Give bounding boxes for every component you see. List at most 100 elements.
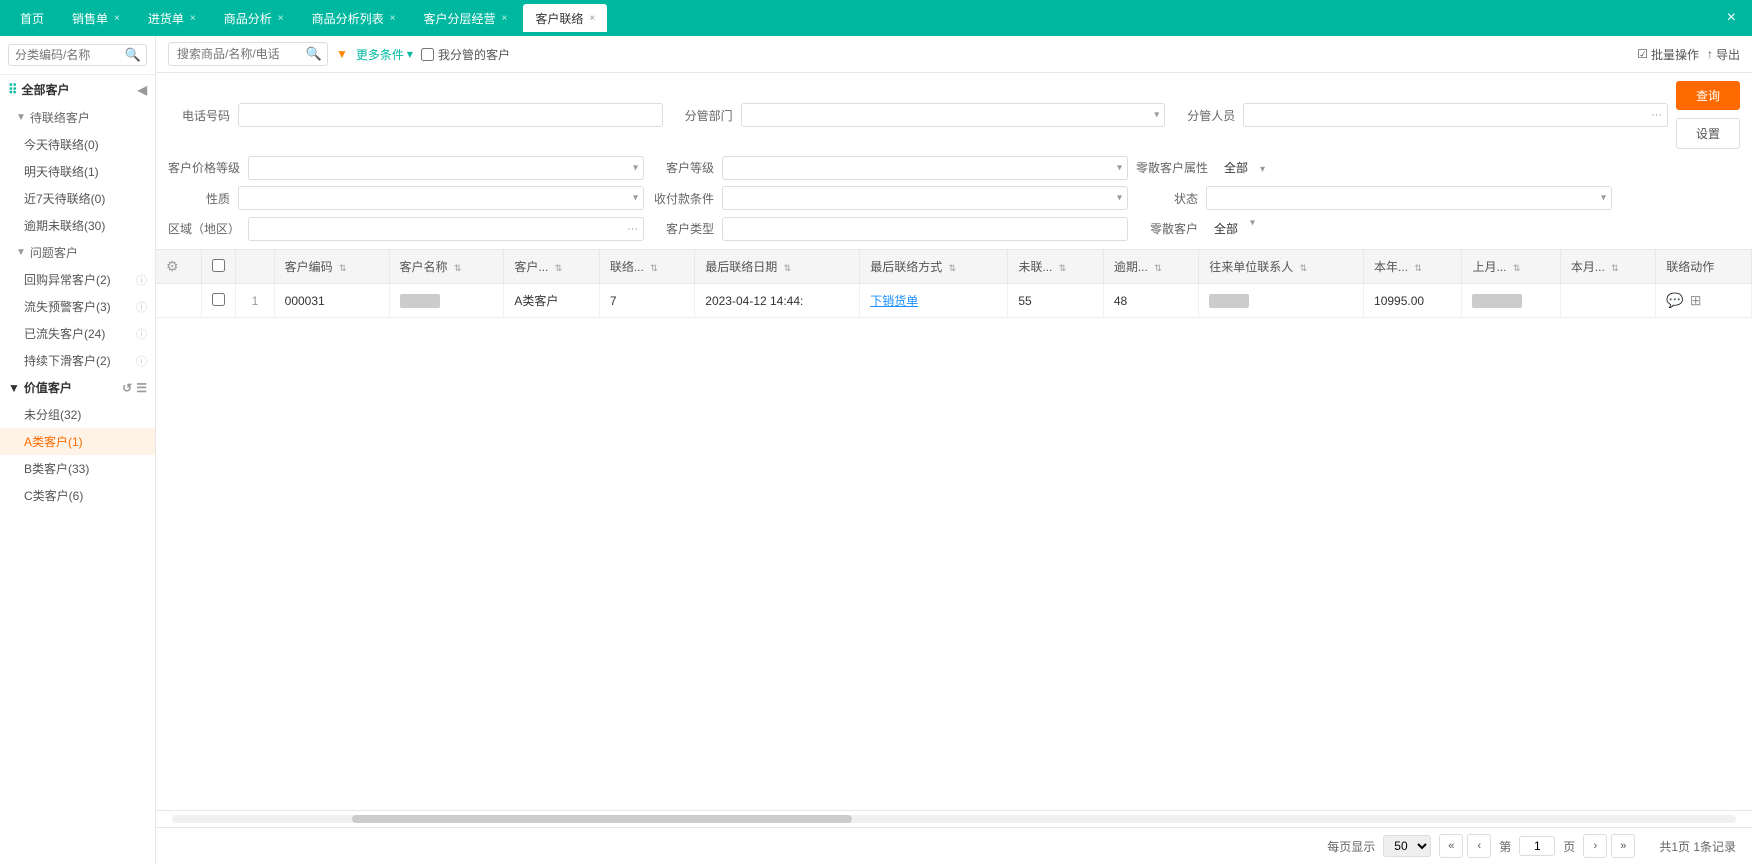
col-this-month-sort-icon[interactable]: ⇅ xyxy=(1611,263,1619,273)
col-select-all[interactable] xyxy=(202,250,236,284)
sidebar-item-tomorrow-contact[interactable]: 明天待联络(1) xyxy=(0,158,155,185)
tab-customer-contact[interactable]: 客户联络 × xyxy=(523,4,607,32)
sidebar-item-7day-contact[interactable]: 近7天待联络(0) xyxy=(0,185,155,212)
qr-icon[interactable]: ⊞ xyxy=(1690,292,1702,309)
region-input[interactable] xyxy=(248,217,644,241)
col-last-contact-date[interactable]: 最后联络日期 ⇅ xyxy=(695,250,860,284)
payment-select[interactable] xyxy=(722,186,1128,210)
tab-customer-tier[interactable]: 客户分层经营 × xyxy=(411,4,519,32)
sidebar: 🔍 ⠿ 全部客户 ◀ ▼ 待联络客户 今天待联络(0) 明天待联络(1) 近7天… xyxy=(0,36,156,864)
sidebar-item-today-contact[interactable]: 今天待联络(0) xyxy=(0,131,155,158)
export-button[interactable]: ↑ 导出 xyxy=(1707,46,1740,63)
col-this-year-sort-icon[interactable]: ⇅ xyxy=(1414,263,1422,273)
close-product-analysis-icon[interactable]: × xyxy=(278,13,284,24)
close-customer-tier-icon[interactable]: × xyxy=(501,13,507,24)
col-last-contact-way[interactable]: 最后联络方式 ⇅ xyxy=(860,250,1008,284)
sidebar-item-repurchase-abnormal[interactable]: 回购异常客户(2) ⓘ xyxy=(0,266,155,293)
col-type[interactable]: 客户... ⇅ xyxy=(504,250,599,284)
col-no-contact-sort-icon[interactable]: ⇅ xyxy=(1059,263,1067,273)
refresh-icon[interactable]: ↺ xyxy=(122,381,132,395)
customer-type-input[interactable] xyxy=(722,217,1128,241)
more-conditions-button[interactable]: 更多条件 ▾ xyxy=(356,46,413,63)
sidebar-item-declining[interactable]: 持续下滑客户(2) ⓘ xyxy=(0,347,155,374)
tab-product-analysis-list[interactable]: 商品分析列表 × xyxy=(300,4,408,32)
col-code[interactable]: 客户编码 ⇅ xyxy=(274,250,389,284)
col-code-sort-icon[interactable]: ⇅ xyxy=(339,263,347,273)
row-checkbox-cell[interactable] xyxy=(202,284,236,318)
col-settings[interactable]: ⚙ xyxy=(156,250,202,284)
select-all-checkbox[interactable] xyxy=(212,259,225,272)
next-page-button[interactable]: › xyxy=(1583,834,1607,858)
status-select[interactable] xyxy=(1206,186,1612,210)
row-last-contact-way-cell[interactable]: 下销货单 xyxy=(860,284,1008,318)
region-ellipsis-icon[interactable]: ··· xyxy=(627,223,638,235)
person-input[interactable] xyxy=(1243,103,1668,127)
col-unit-contact[interactable]: 往来单位联系人 ⇅ xyxy=(1199,250,1364,284)
col-this-month[interactable]: 本月... ⇅ xyxy=(1560,250,1655,284)
row-num-cell: 1 xyxy=(236,284,274,318)
sidebar-value-customers-group[interactable]: ▼ 价值客户 ↺ ☰ xyxy=(0,374,155,401)
person-ellipsis-icon[interactable]: ··· xyxy=(1651,109,1662,121)
sidebar-collapse-icon[interactable]: ◀ xyxy=(138,83,147,97)
tab-product-analysis[interactable]: 商品分析 × xyxy=(212,4,296,32)
sidebar-item-ungrouped[interactable]: 未分组(32) xyxy=(0,401,155,428)
sidebar-item-churn-warning[interactable]: 流失预警客户(3) ⓘ xyxy=(0,293,155,320)
sidebar-item-churned[interactable]: 已流失客户(24) ⓘ xyxy=(0,320,155,347)
col-last-contact-date-sort-icon[interactable]: ⇅ xyxy=(784,263,792,273)
scrollbar-thumb[interactable] xyxy=(352,815,852,823)
home-tab[interactable]: 首页 xyxy=(8,4,56,32)
batch-operation-button[interactable]: ☑ 批量操作 xyxy=(1637,46,1699,63)
close-sales-order-icon[interactable]: × xyxy=(114,13,120,24)
last-page-button[interactable]: » xyxy=(1611,834,1635,858)
close-purchase-order-icon[interactable]: × xyxy=(190,13,196,24)
filter-search-icon[interactable]: 🔍 xyxy=(306,46,322,62)
tab-purchase-order[interactable]: 进货单 × xyxy=(136,4,208,32)
customer-grade-select[interactable] xyxy=(722,156,1128,180)
col-contact-sort-icon[interactable]: ⇅ xyxy=(650,263,658,273)
sidebar-item-overdue-contact[interactable]: 逾期未联络(30) xyxy=(0,212,155,239)
row-checkbox[interactable] xyxy=(212,293,225,306)
sidebar-item-class-c[interactable]: C类客户(6) xyxy=(0,482,155,509)
col-contact[interactable]: 联络... ⇅ xyxy=(599,250,694,284)
add-group-icon[interactable]: ☰ xyxy=(136,381,147,395)
col-last-contact-way-sort-icon[interactable]: ⇅ xyxy=(949,263,957,273)
col-last-month-sort-icon[interactable]: ⇅ xyxy=(1513,263,1521,273)
close-all-icon[interactable]: × xyxy=(1719,9,1744,27)
my-customers-checkbox[interactable] xyxy=(421,48,434,61)
sidebar-item-class-b[interactable]: B类客户(33) xyxy=(0,455,155,482)
sidebar-pending-contact-group[interactable]: ▼ 待联络客户 xyxy=(0,104,155,131)
col-last-month[interactable]: 上月... ⇅ xyxy=(1462,250,1560,284)
last-contact-way-link[interactable]: 下销货单 xyxy=(870,294,918,308)
sidebar-item-class-a[interactable]: A类客户(1) xyxy=(0,428,155,455)
customer-grade-field: 客户等级 ▾ xyxy=(652,156,1128,180)
nature-select[interactable] xyxy=(238,186,644,210)
query-button[interactable]: 查询 xyxy=(1676,81,1740,110)
col-name-sort-icon[interactable]: ⇅ xyxy=(454,263,462,273)
col-unit-contact-sort-icon[interactable]: ⇅ xyxy=(1300,263,1308,273)
table-settings-gear-icon[interactable]: ⚙ xyxy=(166,258,179,274)
sidebar-problem-customers-group[interactable]: ▼ 问题客户 xyxy=(0,239,155,266)
first-page-button[interactable]: « xyxy=(1439,834,1463,858)
prev-page-button[interactable]: ‹ xyxy=(1467,834,1491,858)
close-customer-contact-icon[interactable]: × xyxy=(589,13,595,24)
col-overdue[interactable]: 逾期... ⇅ xyxy=(1103,250,1198,284)
price-grade-select[interactable] xyxy=(248,156,644,180)
chat-icon[interactable]: 💬 xyxy=(1666,292,1683,309)
phone-input[interactable] xyxy=(238,103,663,127)
dept-select[interactable] xyxy=(741,103,1166,127)
close-product-analysis-list-icon[interactable]: × xyxy=(390,13,396,24)
my-customers-checkbox-label[interactable]: 我分管的客户 xyxy=(421,46,510,63)
sidebar-all-customers-header[interactable]: ⠿ 全部客户 ◀ xyxy=(0,75,155,104)
col-type-sort-icon[interactable]: ⇅ xyxy=(555,263,563,273)
col-name[interactable]: 客户名称 ⇅ xyxy=(389,250,504,284)
col-no-contact[interactable]: 未联... ⇅ xyxy=(1008,250,1103,284)
page-size-select[interactable]: 50 xyxy=(1383,835,1431,857)
horizontal-scrollbar[interactable] xyxy=(156,810,1752,827)
page-input[interactable] xyxy=(1519,836,1555,856)
col-overdue-sort-icon[interactable]: ⇅ xyxy=(1154,263,1162,273)
search-input[interactable] xyxy=(168,42,328,66)
col-this-year[interactable]: 本年... ⇅ xyxy=(1364,250,1462,284)
tab-sales-order[interactable]: 销售单 × xyxy=(60,4,132,32)
sidebar-search-icon[interactable]: 🔍 xyxy=(125,47,141,63)
settings-button[interactable]: 设置 xyxy=(1676,118,1740,149)
